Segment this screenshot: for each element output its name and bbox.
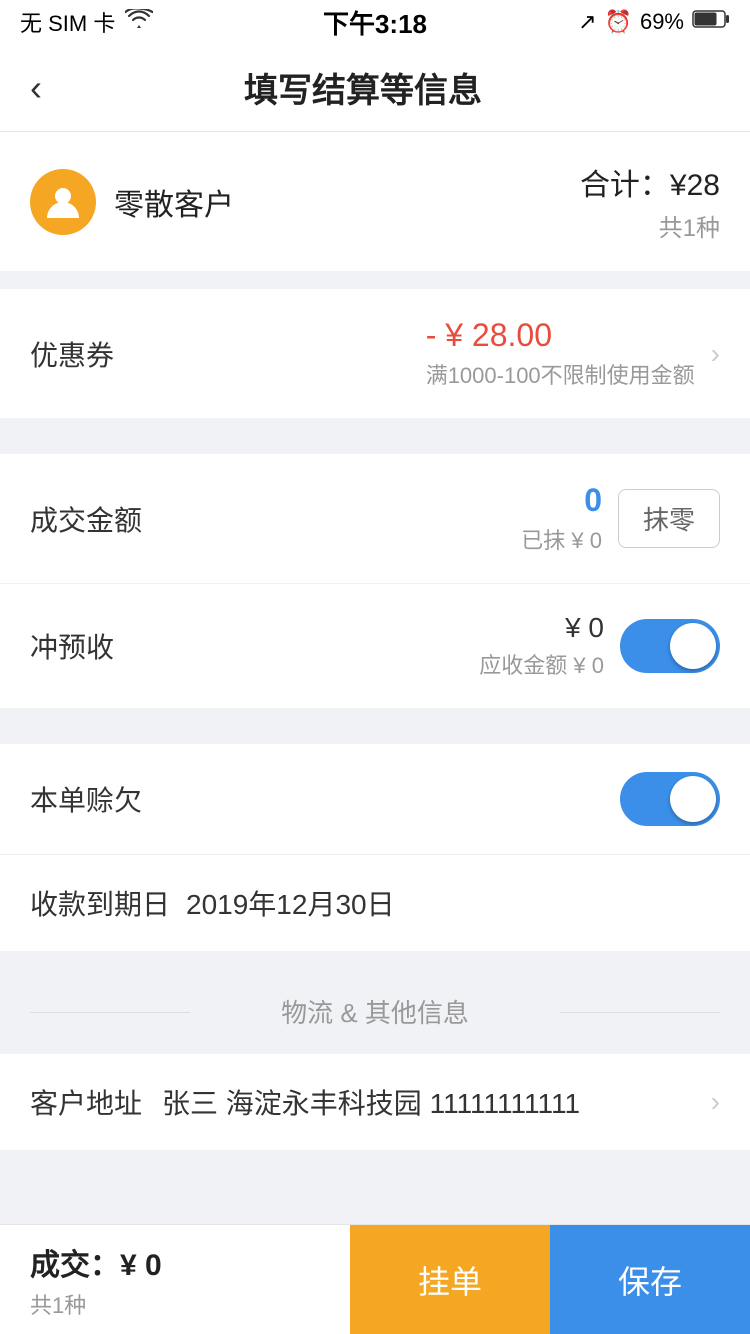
coupon-row[interactable]: 优惠券 - ¥ 28.00 满1000-100不限制使用金额 › (0, 289, 750, 418)
page-title: 填写结算等信息 (62, 63, 664, 112)
bottom-deal-label: 成交： (30, 1249, 120, 1282)
coupon-chevron-icon: › (711, 338, 720, 370)
debt-row: 本单赊欠 (0, 744, 750, 855)
bottom-info: 成交：¥ 0 共1种 (0, 1240, 350, 1320)
alarm-icon: ⏰ (605, 9, 632, 35)
hang-order-button[interactable]: 挂单 (350, 1225, 550, 1334)
transaction-right: 0 已抹 ¥ 0 抹零 (521, 482, 720, 555)
prepayment-value: ¥ 0 (479, 612, 604, 644)
location-icon: ↗ (578, 9, 596, 35)
transaction-section: 成交金额 0 已抹 ¥ 0 抹零 冲预收 ¥ 0 应收金额 ¥ 0 (0, 454, 750, 708)
transaction-sub: 已抹 ¥ 0 (521, 523, 602, 555)
logistics-header-text: 物流 & 其他信息 (281, 998, 469, 1028)
coupon-amount: - ¥ 28.00 (426, 317, 695, 354)
prepayment-row: 冲预收 ¥ 0 应收金额 ¥ 0 (0, 584, 750, 708)
debt-section: 本单赊欠 收款到期日 2019年12月30日 (0, 744, 750, 951)
customer-name: 零散客户 (114, 180, 234, 224)
bottom-count: 共1种 (30, 1288, 320, 1320)
save-button[interactable]: 保存 (550, 1225, 750, 1334)
coupon-value-group: - ¥ 28.00 满1000-100不限制使用金额 (426, 317, 695, 390)
coupon-label: 优惠券 (30, 334, 114, 374)
carrier-text: 无 SIM 卡 (20, 6, 115, 38)
transaction-value-group: 0 已抹 ¥ 0 (521, 482, 602, 555)
prepayment-value-group: ¥ 0 应收金额 ¥ 0 (479, 612, 604, 680)
due-date-row: 收款到期日 2019年12月30日 (0, 855, 750, 951)
prepayment-label: 冲预收 (30, 626, 114, 666)
divider-2 (0, 726, 750, 744)
customer-total: 合计：¥28 (580, 160, 720, 204)
status-right: ↗ ⏰ 69% (578, 9, 730, 35)
transaction-value: 0 (584, 482, 602, 518)
status-bar: 无 SIM 卡 下午3:18 ↗ ⏰ 69% (0, 0, 750, 44)
nav-bar: ‹ 填写结算等信息 (0, 44, 750, 132)
debt-label: 本单赊欠 (30, 779, 142, 819)
toggle-knob (670, 623, 716, 669)
battery-icon (692, 9, 730, 35)
address-row[interactable]: 客户地址 张三 海淀永丰科技园 11111111111 › (0, 1054, 750, 1150)
round-off-button[interactable]: 抹零 (618, 489, 720, 548)
due-date-value: 2019年12月30日 (186, 883, 395, 923)
back-button[interactable]: ‹ (30, 67, 42, 109)
address-chevron-icon: › (711, 1086, 720, 1118)
coupon-desc: 满1000-100不限制使用金额 (426, 358, 695, 390)
bottom-deal-text: 成交：¥ 0 (30, 1240, 320, 1284)
battery-text: 69% (640, 9, 684, 35)
transaction-label: 成交金额 (30, 499, 142, 539)
bottom-bar: 成交：¥ 0 共1种 挂单 保存 (0, 1224, 750, 1334)
avatar (30, 169, 96, 235)
customer-count: 共1种 (580, 208, 720, 243)
due-date-label: 收款到期日 (30, 883, 170, 923)
content-area: 零散客户 合计：¥28 共1种 优惠券 - ¥ 28.00 满1000-100不… (0, 132, 750, 1288)
prepayment-sub: 应收金额 ¥ 0 (479, 648, 604, 680)
customer-left: 零散客户 (30, 169, 234, 235)
address-section: 客户地址 张三 海淀永丰科技园 11111111111 › (0, 1054, 750, 1150)
customer-right: 合计：¥28 共1种 (580, 160, 720, 243)
logistics-header: 物流 & 其他信息 (0, 969, 750, 1054)
debt-right (620, 772, 720, 826)
status-time: 下午3:18 (323, 4, 427, 41)
prepayment-right: ¥ 0 应收金额 ¥ 0 (479, 612, 720, 680)
status-left: 无 SIM 卡 (20, 6, 153, 38)
debt-toggle-knob (670, 776, 716, 822)
wifi-icon (125, 9, 153, 35)
debt-toggle[interactable] (620, 772, 720, 826)
divider-1 (0, 436, 750, 454)
coupon-right: - ¥ 28.00 满1000-100不限制使用金额 › (426, 317, 720, 390)
coupon-section: 优惠券 - ¥ 28.00 满1000-100不限制使用金额 › (0, 289, 750, 418)
transaction-row: 成交金额 0 已抹 ¥ 0 抹零 (0, 454, 750, 584)
customer-row: 零散客户 合计：¥28 共1种 (0, 132, 750, 271)
address-value: 张三 海淀永丰科技园 11111111111 (162, 1082, 711, 1122)
address-label: 客户地址 (30, 1082, 142, 1122)
bottom-deal-value: ¥ 0 (120, 1249, 162, 1282)
prepayment-toggle[interactable] (620, 619, 720, 673)
